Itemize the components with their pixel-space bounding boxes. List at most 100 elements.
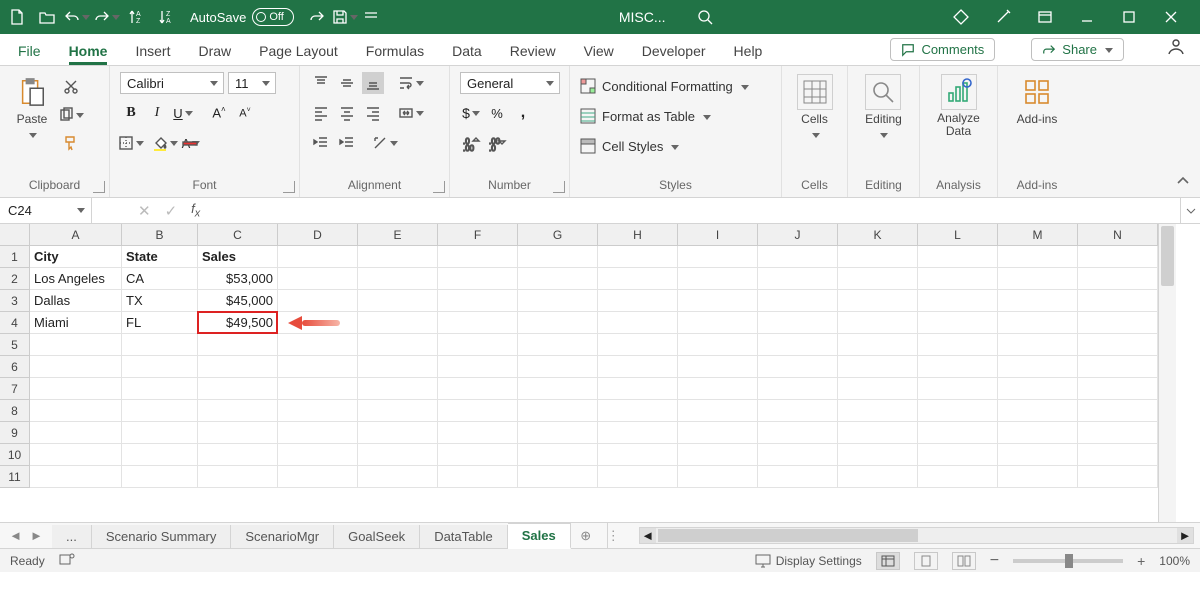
cell-M5[interactable] <box>998 334 1078 356</box>
align-left-icon[interactable] <box>310 102 332 124</box>
cell-L11[interactable] <box>918 466 998 488</box>
qat-customize-icon[interactable] <box>362 8 380 26</box>
increase-decimal-icon[interactable]: .0.00 <box>460 132 482 154</box>
cell-I4[interactable] <box>678 312 758 334</box>
close-icon[interactable] <box>1162 8 1180 26</box>
cell-E11[interactable] <box>358 466 438 488</box>
cell-G4[interactable] <box>518 312 598 334</box>
search-icon[interactable] <box>696 8 714 26</box>
cell-N6[interactable] <box>1078 356 1158 378</box>
row-head-11[interactable]: 11 <box>0 466 30 488</box>
number-format-combo[interactable]: General <box>460 72 560 94</box>
cell-E4[interactable] <box>358 312 438 334</box>
cell-G7[interactable] <box>518 378 598 400</box>
cell-I6[interactable] <box>678 356 758 378</box>
normal-view-icon[interactable] <box>876 552 900 570</box>
cell-A5[interactable] <box>30 334 122 356</box>
horizontal-scrollbar[interactable]: ◄► <box>639 527 1194 544</box>
row-head-3[interactable]: 3 <box>0 290 30 312</box>
grow-font-icon[interactable]: A˄ <box>208 102 230 124</box>
cell-H1[interactable] <box>598 246 678 268</box>
cell-F4[interactable] <box>438 312 518 334</box>
row-head-6[interactable]: 6 <box>0 356 30 378</box>
col-head-B[interactable]: B <box>122 224 198 246</box>
cell-styles-button[interactable]: Cell Styles <box>580 136 679 156</box>
cell-B8[interactable] <box>122 400 198 422</box>
cell-D3[interactable] <box>278 290 358 312</box>
comma-icon[interactable]: , <box>512 102 534 124</box>
cell-M1[interactable] <box>998 246 1078 268</box>
cell-N10[interactable] <box>1078 444 1158 466</box>
cell-C8[interactable] <box>198 400 278 422</box>
currency-icon[interactable]: $ <box>460 102 482 124</box>
cell-J7[interactable] <box>758 378 838 400</box>
sheet-tab-0[interactable]: Scenario Summary <box>92 525 232 548</box>
align-bottom-icon[interactable] <box>362 72 384 94</box>
cell-C4[interactable]: $49,500 <box>198 312 278 334</box>
cell-L4[interactable] <box>918 312 998 334</box>
cell-K3[interactable] <box>838 290 918 312</box>
cell-D11[interactable] <box>278 466 358 488</box>
cell-A6[interactable] <box>30 356 122 378</box>
cell-E6[interactable] <box>358 356 438 378</box>
cell-J4[interactable] <box>758 312 838 334</box>
cell-H3[interactable] <box>598 290 678 312</box>
col-head-L[interactable]: L <box>918 224 998 246</box>
cell-M4[interactable] <box>998 312 1078 334</box>
cell-I8[interactable] <box>678 400 758 422</box>
cell-B4[interactable]: FL <box>122 312 198 334</box>
cell-B9[interactable] <box>122 422 198 444</box>
cell-D6[interactable] <box>278 356 358 378</box>
cell-H8[interactable] <box>598 400 678 422</box>
cell-C6[interactable] <box>198 356 278 378</box>
decrease-indent-icon[interactable] <box>310 132 332 154</box>
cell-M8[interactable] <box>998 400 1078 422</box>
cell-K5[interactable] <box>838 334 918 356</box>
cell-A4[interactable]: Miami <box>30 312 122 334</box>
diamond-icon[interactable] <box>952 8 970 26</box>
align-center-icon[interactable] <box>336 102 358 124</box>
cell-K6[interactable] <box>838 356 918 378</box>
format-painter-icon[interactable] <box>60 132 82 154</box>
cell-B10[interactable] <box>122 444 198 466</box>
column-headers[interactable]: ABCDEFGHIJKLMN <box>30 224 1158 246</box>
cell-A1[interactable]: City <box>30 246 122 268</box>
undo-icon[interactable] <box>68 8 86 26</box>
row-head-9[interactable]: 9 <box>0 422 30 444</box>
display-settings-button[interactable]: Display Settings <box>755 554 862 568</box>
cell-I5[interactable] <box>678 334 758 356</box>
cell-M9[interactable] <box>998 422 1078 444</box>
cell-N2[interactable] <box>1078 268 1158 290</box>
percent-icon[interactable]: % <box>486 102 508 124</box>
cell-H9[interactable] <box>598 422 678 444</box>
cell-A10[interactable] <box>30 444 122 466</box>
cell-E8[interactable] <box>358 400 438 422</box>
col-head-E[interactable]: E <box>358 224 438 246</box>
borders-icon[interactable] <box>120 132 142 154</box>
cell-C5[interactable] <box>198 334 278 356</box>
redo-icon[interactable] <box>98 8 116 26</box>
tab-view[interactable]: View <box>584 43 614 65</box>
cell-K11[interactable] <box>838 466 918 488</box>
cell-F1[interactable] <box>438 246 518 268</box>
cell-G6[interactable] <box>518 356 598 378</box>
cell-N5[interactable] <box>1078 334 1158 356</box>
tab-page-layout[interactable]: Page Layout <box>259 43 338 65</box>
account-icon[interactable] <box>1166 36 1186 59</box>
cell-J3[interactable] <box>758 290 838 312</box>
cell-F8[interactable] <box>438 400 518 422</box>
macro-record-icon[interactable] <box>59 552 75 569</box>
cell-J9[interactable] <box>758 422 838 444</box>
row-head-5[interactable]: 5 <box>0 334 30 356</box>
cells-button[interactable]: Cells <box>793 72 837 144</box>
cell-C1[interactable]: Sales <box>198 246 278 268</box>
row-headers[interactable]: 1234567891011 <box>0 246 30 522</box>
cell-J5[interactable] <box>758 334 838 356</box>
cell-E2[interactable] <box>358 268 438 290</box>
open-file-icon[interactable] <box>38 8 56 26</box>
cell-E1[interactable] <box>358 246 438 268</box>
cell-E10[interactable] <box>358 444 438 466</box>
cell-B7[interactable] <box>122 378 198 400</box>
cell-N9[interactable] <box>1078 422 1158 444</box>
cell-H10[interactable] <box>598 444 678 466</box>
